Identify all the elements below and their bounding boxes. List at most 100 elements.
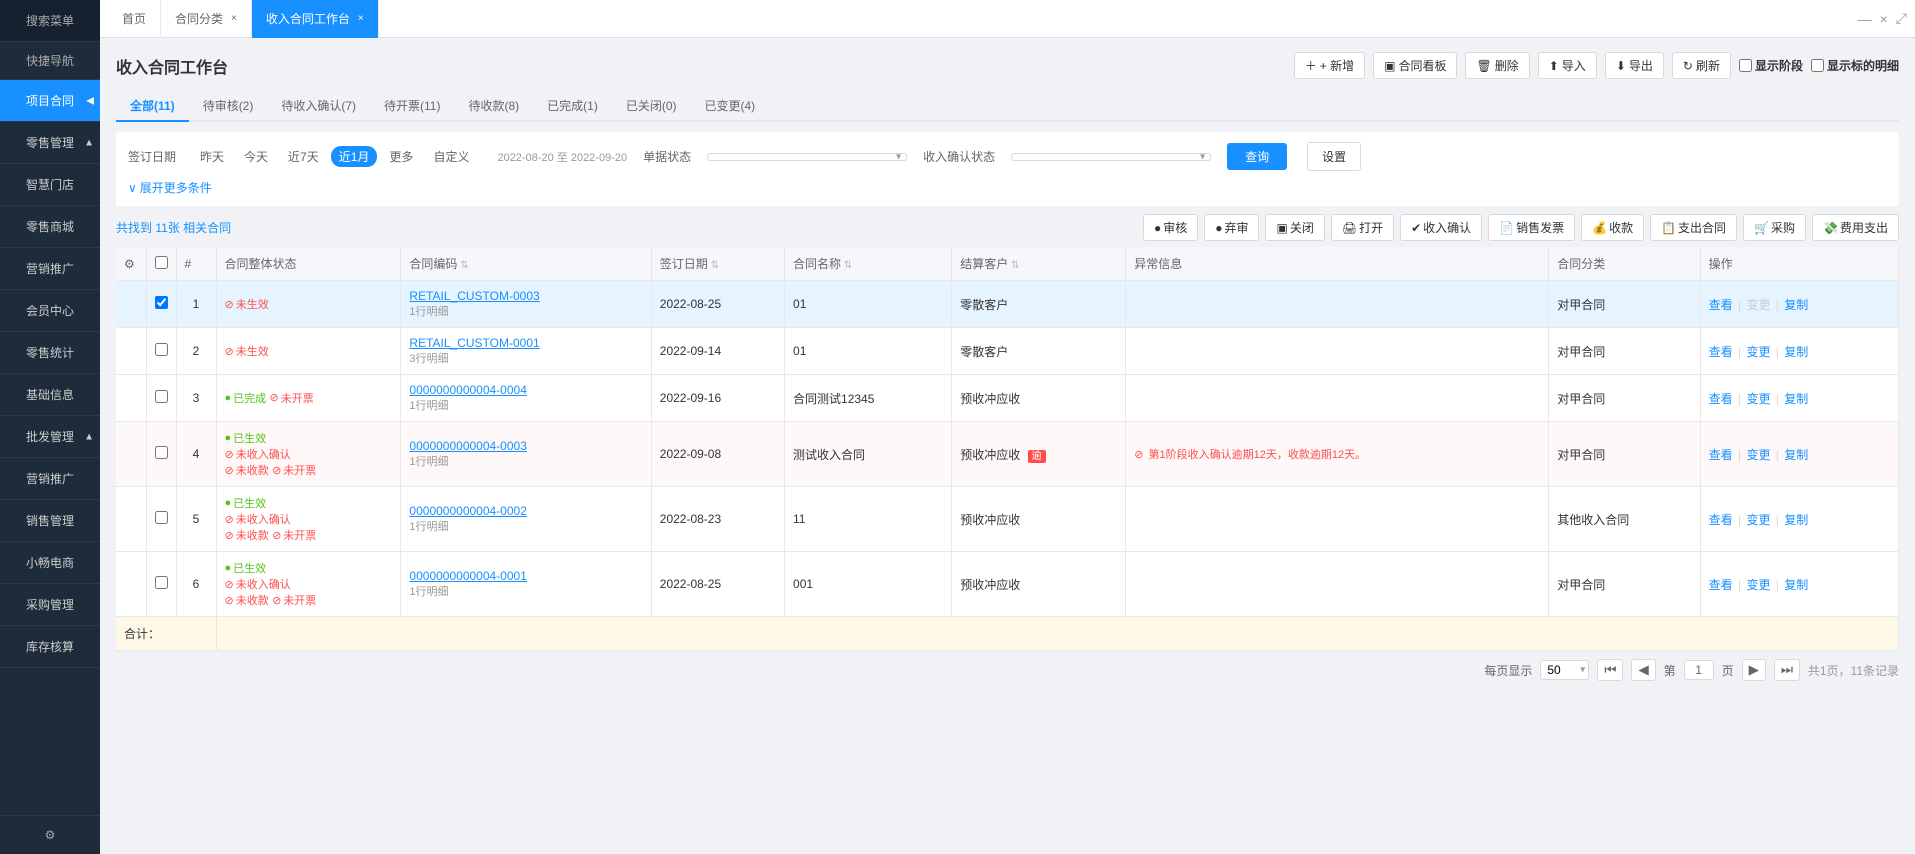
- row-gear-5[interactable]: [116, 487, 146, 552]
- export-button[interactable]: ⬇ 导出: [1605, 52, 1664, 79]
- sidebar-item-xiaochange[interactable]: 小畅电商: [0, 542, 100, 584]
- delete-button[interactable]: 🗑 删除: [1465, 52, 1529, 79]
- last-page-btn[interactable]: ⏭: [1774, 659, 1800, 681]
- next-page-btn[interactable]: ▶: [1742, 659, 1766, 681]
- status-tab-pending-invoice[interactable]: 待开票(11): [370, 91, 454, 122]
- select-all-checkbox[interactable]: [155, 256, 168, 269]
- date-opt-today[interactable]: 今天: [236, 146, 276, 167]
- th-gear[interactable]: ⚙: [116, 247, 146, 281]
- op-change-2[interactable]: 变更: [1746, 345, 1770, 359]
- op-copy-4[interactable]: 复制: [1784, 448, 1808, 462]
- sidebar-item-marketing[interactable]: 营销推广: [0, 248, 100, 290]
- op-view-1[interactable]: 查看: [1709, 298, 1733, 312]
- sidebar-item-retail-mgmt[interactable]: 零售管理 ▲: [0, 122, 100, 164]
- contract-code-link-5[interactable]: 0000000000004-0002: [409, 504, 526, 518]
- tab-home[interactable]: 首页: [108, 0, 161, 38]
- op-copy-2[interactable]: 复制: [1784, 345, 1808, 359]
- date-opt-yesterday[interactable]: 昨天: [192, 146, 232, 167]
- th-name[interactable]: 合同名称: [785, 247, 952, 281]
- abandon-btn[interactable]: ● 弃审: [1204, 214, 1259, 241]
- query-button[interactable]: 查询: [1227, 143, 1287, 170]
- row-checkbox-3[interactable]: [155, 390, 168, 403]
- set-button[interactable]: 设置: [1307, 142, 1361, 171]
- status-tab-all[interactable]: 全部(11): [116, 91, 189, 122]
- status-tab-completed[interactable]: 已完成(1): [533, 91, 612, 122]
- income-confirm-btn[interactable]: ✔ 收入确认: [1400, 214, 1482, 241]
- sidebar-quick-nav[interactable]: 快捷导航: [0, 42, 100, 80]
- sidebar-item-member[interactable]: 会员中心: [0, 290, 100, 332]
- sidebar-item-marketing2[interactable]: 营销推广: [0, 458, 100, 500]
- contract-code-link-2[interactable]: RETAIL_CUSTOM-0001: [409, 336, 539, 350]
- date-opt-more[interactable]: 更多: [381, 146, 421, 167]
- page-size-select[interactable]: 50 20 100: [1540, 660, 1589, 680]
- income-confirm-select[interactable]: [1011, 153, 1211, 161]
- purchase-btn[interactable]: 🛒 采购: [1743, 214, 1806, 241]
- sidebar-item-smart-store[interactable]: 智慧门店: [0, 164, 100, 206]
- status-tab-pending-collect[interactable]: 待收款(8): [454, 91, 533, 122]
- refresh-button[interactable]: ↻ 刷新: [1672, 52, 1731, 79]
- op-change-3[interactable]: 变更: [1746, 392, 1770, 406]
- status-tab-closed[interactable]: 已关闭(0): [612, 91, 691, 122]
- prev-page-btn[interactable]: ◀: [1631, 659, 1655, 681]
- window-close-icon[interactable]: ×: [1880, 11, 1888, 27]
- print-btn[interactable]: 🖨 打开: [1331, 214, 1394, 241]
- status-tab-pending-review[interactable]: 待审核(2): [189, 91, 268, 122]
- review-btn[interactable]: ● 审核: [1143, 214, 1198, 241]
- op-change-5[interactable]: 变更: [1746, 513, 1770, 527]
- op-view-4[interactable]: 查看: [1709, 448, 1733, 462]
- sidebar-item-retail-mall[interactable]: 零售商城: [0, 206, 100, 248]
- expand-more-btn[interactable]: ∨ 展开更多条件: [128, 179, 1887, 196]
- contract-code-link-6[interactable]: 0000000000004-0001: [409, 569, 526, 583]
- op-copy-1[interactable]: 复制: [1784, 298, 1808, 312]
- op-view-5[interactable]: 查看: [1709, 513, 1733, 527]
- contract-code-link-4[interactable]: 0000000000004-0003: [409, 439, 526, 453]
- op-change-6[interactable]: 变更: [1746, 578, 1770, 592]
- sidebar-item-basic-info[interactable]: 基础信息: [0, 374, 100, 416]
- op-view-2[interactable]: 查看: [1709, 345, 1733, 359]
- status-tab-pending-income[interactable]: 待收入确认(7): [267, 91, 370, 122]
- window-restore-icon[interactable]: ⤢: [1896, 10, 1907, 27]
- sidebar-item-inventory[interactable]: 库存核算: [0, 626, 100, 668]
- op-view-6[interactable]: 查看: [1709, 578, 1733, 592]
- row-gear-2[interactable]: [116, 328, 146, 375]
- tab-close-income-workbench[interactable]: ×: [358, 13, 364, 24]
- date-opt-last7[interactable]: 近7天: [280, 146, 327, 167]
- row-checkbox-6[interactable]: [155, 576, 168, 589]
- th-sign-date[interactable]: 签订日期: [651, 247, 784, 281]
- first-page-btn[interactable]: ⏮: [1597, 659, 1623, 681]
- contract-code-link-1[interactable]: RETAIL_CUSTOM-0003: [409, 289, 539, 303]
- row-gear-4[interactable]: [116, 422, 146, 487]
- sales-invoice-btn[interactable]: 📄 销售发票: [1488, 214, 1575, 241]
- window-minimize-icon[interactable]: —: [1858, 11, 1872, 27]
- show-mark-checkbox[interactable]: [1811, 59, 1824, 72]
- expense-out-btn[interactable]: 📋 支出合同: [1650, 214, 1737, 241]
- sidebar-item-purchase[interactable]: 采购管理: [0, 584, 100, 626]
- th-code[interactable]: 合同编码: [401, 247, 651, 281]
- sidebar-item-retail-stats[interactable]: 零售统计: [0, 332, 100, 374]
- op-change-4[interactable]: 变更: [1746, 448, 1770, 462]
- op-copy-6[interactable]: 复制: [1784, 578, 1808, 592]
- import-button[interactable]: ⬆ 导入: [1538, 52, 1597, 79]
- doc-status-select[interactable]: [707, 153, 907, 161]
- tab-income-workbench[interactable]: 收入合同工作台 ×: [252, 0, 379, 38]
- sidebar-item-sales-mgmt[interactable]: 销售管理: [0, 500, 100, 542]
- date-opt-custom[interactable]: 自定义: [425, 146, 477, 167]
- row-gear-6[interactable]: [116, 552, 146, 617]
- show-stage-checkbox[interactable]: [1739, 59, 1752, 72]
- row-checkbox-4[interactable]: [155, 446, 168, 459]
- row-gear-3[interactable]: [116, 375, 146, 422]
- row-checkbox-2[interactable]: [155, 343, 168, 356]
- op-change-1[interactable]: 变更: [1746, 298, 1770, 312]
- sidebar-item-project[interactable]: 项目合同 ◀: [0, 80, 100, 122]
- cost-out-btn[interactable]: 💸 费用支出: [1812, 214, 1899, 241]
- new-button[interactable]: ＋ + 新增: [1294, 52, 1365, 79]
- op-copy-5[interactable]: 复制: [1784, 513, 1808, 527]
- contract-panel-button[interactable]: ▣ 合同看板: [1373, 52, 1457, 79]
- tab-close-contract-cat[interactable]: ×: [231, 13, 237, 24]
- tab-contract-cat[interactable]: 合同分类 ×: [161, 0, 252, 38]
- row-checkbox-5[interactable]: [155, 511, 168, 524]
- date-opt-last1m[interactable]: 近1月: [331, 146, 378, 167]
- status-tab-changed[interactable]: 已变更(4): [691, 91, 770, 122]
- collect-btn[interactable]: 💰 收款: [1581, 214, 1644, 241]
- op-copy-3[interactable]: 复制: [1784, 392, 1808, 406]
